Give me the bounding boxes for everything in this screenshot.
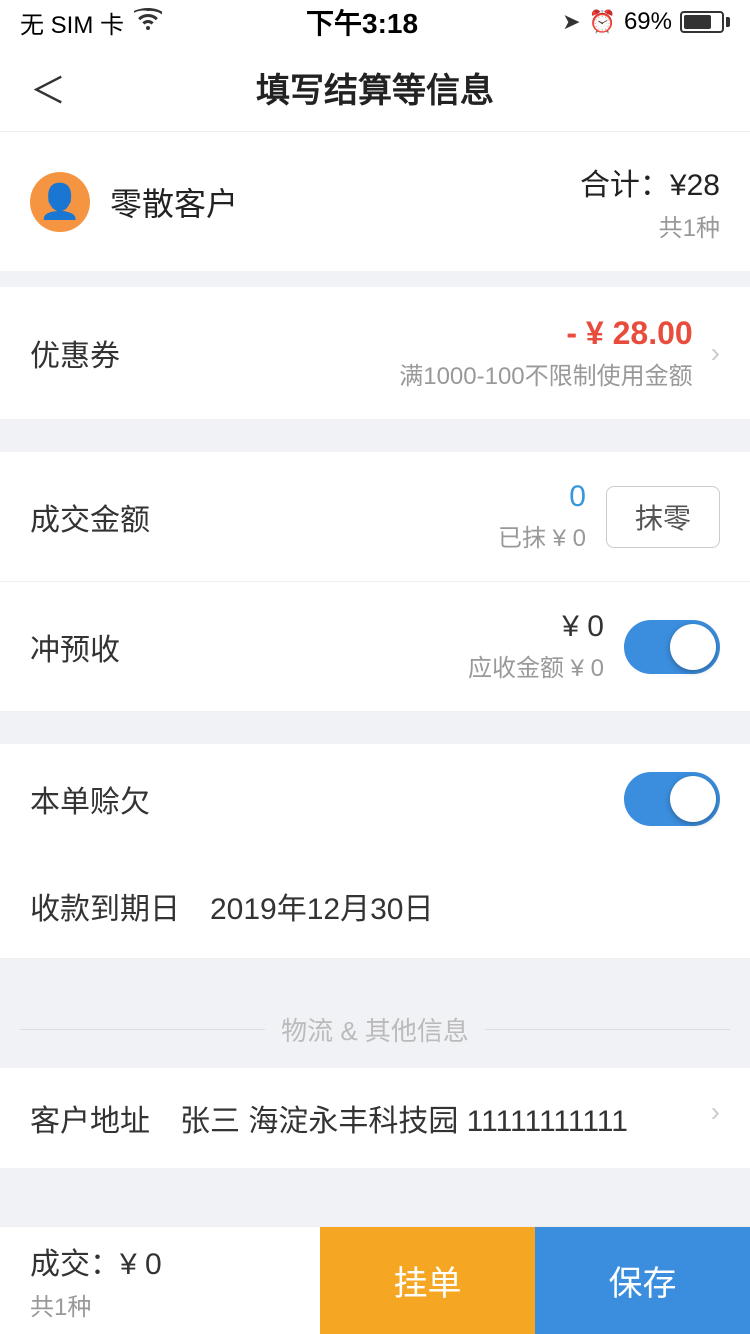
deal-amount-card: 成交金额 0 已抹 ¥ 0 抹零 冲预收 ¥ 0 应收金额 ¥ 0 [0, 452, 750, 712]
prepay-row: 冲预收 ¥ 0 应收金额 ¥ 0 [0, 582, 750, 712]
deal-amount-row: 成交金额 0 已抹 ¥ 0 抹零 [0, 452, 750, 582]
coupon-row[interactable]: 优惠券 - ¥ 28.00 满1000-100不限制使用金额 › [0, 287, 750, 420]
hang-order-button[interactable]: 挂单 [320, 1227, 535, 1334]
status-time: 下午3:18 [306, 2, 418, 42]
total-amount: 合计：¥28 [580, 160, 720, 204]
debit-label: 本单赊欠 [30, 777, 150, 821]
customer-info-right: 合计：¥28 共1种 [580, 160, 720, 243]
customer-name: 零散客户 [110, 179, 238, 225]
due-date-value: 2019年12月30日 [210, 884, 433, 928]
carrier-text: 无 SIM 卡 [20, 5, 124, 40]
debit-toggle[interactable] [624, 772, 720, 826]
battery-percent: 69% [624, 8, 672, 36]
bottom-deal-value: ¥ 0 [120, 1248, 162, 1281]
due-date-row: 收款到期日 2019年12月30日 [0, 854, 750, 959]
bottom-info: 成交：¥ 0 共1种 [0, 1239, 320, 1322]
status-bar: 无 SIM 卡 下午3:18 ➤ ⏰ 69% [0, 0, 750, 44]
debit-card: 本单赊欠 收款到期日 2019年12月30日 [0, 744, 750, 959]
bottom-deal-label: 成交： [30, 1248, 120, 1281]
logistics-section-header: 物流 & 其他信息 [0, 991, 750, 1068]
address-left: 客户地址 张三 海淀永丰科技园 11111111111 [30, 1096, 703, 1140]
address-chevron-icon: › [711, 1096, 720, 1128]
prepay-subtext: 应收金额 ¥ 0 [468, 648, 604, 683]
coupon-label: 优惠券 [30, 331, 120, 375]
bottom-bar: 成交：¥ 0 共1种 挂单 保存 [0, 1226, 750, 1334]
wifi-icon [134, 8, 162, 37]
coupon-value: - ¥ 28.00 [399, 315, 692, 352]
save-button[interactable]: 保存 [535, 1227, 750, 1334]
item-count: 共1种 [580, 208, 720, 243]
bottom-count: 共1种 [30, 1287, 290, 1322]
separator-1 [0, 436, 750, 452]
coupon-chevron-icon: › [711, 337, 720, 369]
round-zero-button[interactable]: 抹零 [606, 486, 720, 548]
prepay-toggle-knob [670, 624, 716, 670]
separator-3 [0, 975, 750, 991]
status-right: ➤ ⏰ 69% [562, 8, 730, 36]
deal-amount-label: 成交金额 [30, 495, 150, 539]
prepay-label: 冲预收 [30, 625, 120, 669]
address-value: 张三 海淀永丰科技园 11111111111 [180, 1096, 703, 1140]
debit-toggle-knob [670, 776, 716, 822]
due-date-label: 收款到期日 [30, 884, 180, 928]
logistics-label: 物流 & 其他信息 [281, 1011, 469, 1048]
avatar: 👤 [30, 172, 90, 232]
status-left: 无 SIM 卡 [20, 5, 162, 40]
address-label: 客户地址 [30, 1096, 150, 1140]
coupon-subtext: 满1000-100不限制使用金额 [399, 356, 692, 391]
address-row[interactable]: 客户地址 张三 海淀永丰科技园 11111111111 › [0, 1068, 750, 1168]
prepay-value: ¥ 0 [468, 610, 604, 644]
prepay-toggle[interactable] [624, 620, 720, 674]
customer-row: 👤 零散客户 合计：¥28 共1种 [0, 132, 750, 271]
page-title: 填写结算等信息 [256, 63, 494, 112]
bottom-deal-amount: 成交：¥ 0 [30, 1239, 290, 1283]
deal-amount-subtext: 已抹 ¥ 0 [498, 518, 586, 553]
back-button[interactable]: ＜ [30, 62, 66, 114]
battery-icon [680, 11, 730, 33]
separator-2 [0, 728, 750, 744]
nav-bar: ＜ 填写结算等信息 [0, 44, 750, 132]
debit-row: 本单赊欠 [0, 744, 750, 854]
customer-info-left: 👤 零散客户 [30, 172, 238, 232]
content-area: 👤 零散客户 合计：¥28 共1种 优惠券 - ¥ 28.00 满1000-10… [0, 132, 750, 1288]
deal-amount-value: 0 [498, 480, 586, 514]
coupon-card: 优惠券 - ¥ 28.00 满1000-100不限制使用金额 › [0, 287, 750, 420]
avatar-icon: 👤 [39, 182, 81, 222]
location-icon: ➤ [562, 9, 580, 35]
alarm-icon: ⏰ [589, 9, 616, 35]
